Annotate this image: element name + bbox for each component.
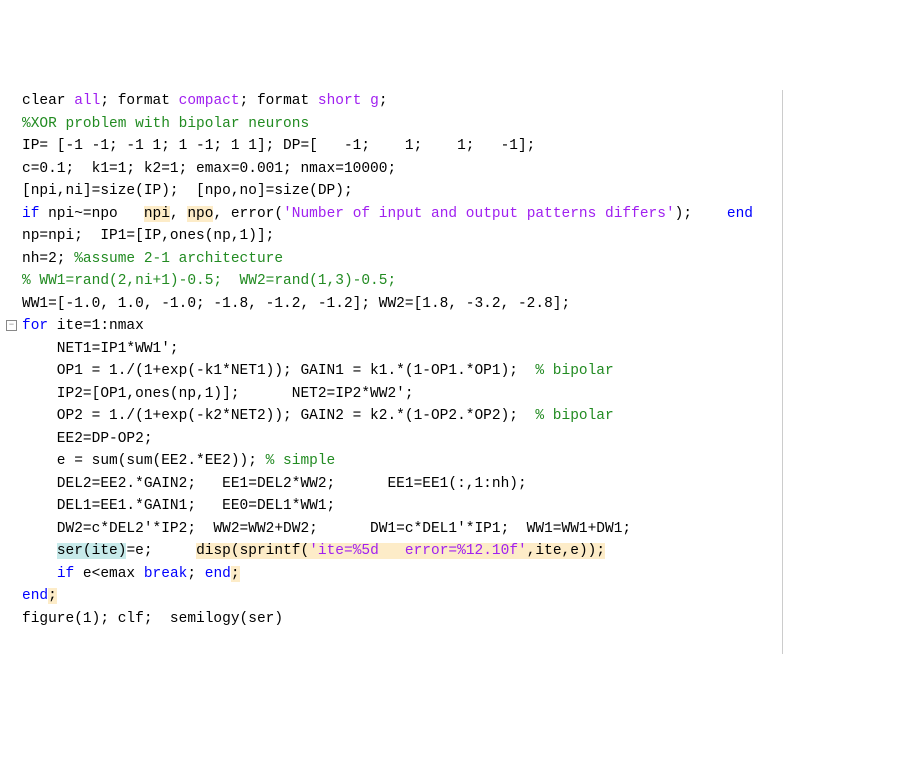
code-line[interactable]: figure(1); clf; semilogy(ser) — [22, 608, 782, 631]
code-token: c=0.1; k1=1; k2=1; emax=0.001; nmax=1000… — [22, 161, 396, 177]
code-token: clear — [22, 93, 74, 109]
code-token: % bipolar — [535, 408, 613, 424]
code-token: ; format — [100, 93, 178, 109]
code-token: % WW1=rand(2,ni+1)-0.5; WW2=rand(1,3)-0.… — [22, 273, 396, 289]
code-token: %XOR problem with bipolar neurons — [22, 116, 309, 132]
code-token: npo — [187, 206, 213, 222]
code-token: ); — [675, 206, 727, 222]
code-token: IP2=[OP1,ones(np,1)]; NET2=IP2*WW2'; — [22, 386, 414, 402]
code-token: [npi,ni]=size(IP); [npo,no]=size(DP); — [22, 183, 353, 199]
code-token — [361, 93, 370, 109]
code-line[interactable]: −for ite=1:nmax — [22, 315, 782, 338]
code-line[interactable]: if e<emax break; end; — [22, 563, 782, 586]
fold-minus-icon[interactable]: − — [6, 320, 17, 331]
code-token: IP= [-1 -1; -1 1; 1 -1; 1 1]; DP=[ -1; 1… — [22, 138, 535, 154]
code-token: OP2 = 1./(1+exp(-k2*NET2)); GAIN2 = k2.*… — [22, 408, 535, 424]
code-line[interactable]: c=0.1; k1=1; k2=1; emax=0.001; nmax=1000… — [22, 158, 782, 181]
code-line[interactable]: WW1=[-1.0, 1.0, -1.0; -1.8, -1.2, -1.2];… — [22, 293, 782, 316]
code-token: %assume 2-1 architecture — [74, 251, 283, 267]
code-token — [22, 543, 57, 559]
code-line[interactable]: [npi,ni]=size(IP); [npo,no]=size(DP); — [22, 180, 782, 203]
code-token: if — [22, 206, 39, 222]
code-token: end — [727, 206, 753, 222]
code-token: ; — [231, 566, 240, 582]
code-token: compact — [179, 93, 240, 109]
code-line[interactable]: IP2=[OP1,ones(np,1)]; NET2=IP2*WW2'; — [22, 383, 782, 406]
code-line[interactable]: %XOR problem with bipolar neurons — [22, 113, 782, 136]
code-token: , — [170, 206, 187, 222]
code-line[interactable]: OP2 = 1./(1+exp(-k2*NET2)); GAIN2 = k2.*… — [22, 405, 782, 428]
code-line[interactable]: IP= [-1 -1; -1 1; 1 -1; 1 1]; DP=[ -1; 1… — [22, 135, 782, 158]
code-token: 'ite=%5d error=%12.10f' — [309, 543, 527, 559]
code-line[interactable]: np=npi; IP1=[IP,ones(np,1)]; — [22, 225, 782, 248]
code-line[interactable]: % WW1=rand(2,ni+1)-0.5; WW2=rand(1,3)-0.… — [22, 270, 782, 293]
code-token: short — [318, 93, 362, 109]
code-token: ; format — [240, 93, 318, 109]
code-token: ; — [187, 566, 204, 582]
code-token: DEL1=EE1.*GAIN1; EE0=DEL1*WW1; — [22, 498, 335, 514]
code-line[interactable]: DEL1=EE1.*GAIN1; EE0=DEL1*WW1; — [22, 495, 782, 518]
code-token: np=npi; IP1=[IP,ones(np,1)]; — [22, 228, 274, 244]
code-token: ; — [48, 588, 57, 604]
code-token: end — [205, 566, 231, 582]
code-token: ,ite,e)); — [527, 543, 605, 559]
code-token: ser(ite) — [57, 543, 127, 559]
code-token: if — [57, 566, 74, 582]
code-token: ; — [379, 93, 388, 109]
code-editor[interactable]: clear all; format compact; format short … — [0, 90, 783, 654]
code-token: for — [22, 318, 48, 334]
code-token: OP1 = 1./(1+exp(-k1*NET1)); GAIN1 = k1.*… — [22, 363, 535, 379]
code-line[interactable]: OP1 = 1./(1+exp(-k1*NET1)); GAIN1 = k1.*… — [22, 360, 782, 383]
code-token: all — [74, 93, 100, 109]
code-line[interactable]: EE2=DP-OP2; — [22, 428, 782, 451]
code-token: e = sum(sum(EE2.*EE2)); — [22, 453, 266, 469]
code-token: npi — [144, 206, 170, 222]
code-token: NET1=IP1*WW1'; — [22, 341, 179, 357]
code-token: e<emax — [74, 566, 144, 582]
code-token: g — [370, 93, 379, 109]
code-token: npi~=npo — [39, 206, 143, 222]
code-token: WW1=[-1.0, 1.0, -1.0; -1.8, -1.2, -1.2];… — [22, 296, 570, 312]
code-line[interactable]: ser(ite)=e; disp(sprintf('ite=%5d error=… — [22, 540, 782, 563]
code-token: 'Number of input and output patterns dif… — [283, 206, 675, 222]
code-token: ite=1:nmax — [48, 318, 144, 334]
code-line[interactable]: if npi~=npo npi, npo, error('Number of i… — [22, 203, 782, 226]
code-token: =e; — [126, 543, 196, 559]
code-line[interactable]: NET1=IP1*WW1'; — [22, 338, 782, 361]
code-token — [22, 566, 57, 582]
code-token: , error( — [213, 206, 283, 222]
code-token: break — [144, 566, 188, 582]
code-line[interactable]: DW2=c*DEL2'*IP2; WW2=WW2+DW2; DW1=c*DEL1… — [22, 518, 782, 541]
code-token: disp(sprintf( — [196, 543, 309, 559]
code-token: end — [22, 588, 48, 604]
code-line[interactable]: end; — [22, 585, 782, 608]
code-token: DW2=c*DEL2'*IP2; WW2=WW2+DW2; DW1=c*DEL1… — [22, 521, 631, 537]
code-token: DEL2=EE2.*GAIN2; EE1=DEL2*WW2; EE1=EE1(:… — [22, 476, 527, 492]
code-token: % simple — [266, 453, 336, 469]
code-line[interactable]: nh=2; %assume 2-1 architecture — [22, 248, 782, 271]
code-token: EE2=DP-OP2; — [22, 431, 153, 447]
code-token: nh=2; — [22, 251, 74, 267]
code-token: % bipolar — [535, 363, 613, 379]
code-token: figure(1); clf; semilogy(ser) — [22, 611, 283, 627]
code-line[interactable]: DEL2=EE2.*GAIN2; EE1=DEL2*WW2; EE1=EE1(:… — [22, 473, 782, 496]
code-line[interactable]: e = sum(sum(EE2.*EE2)); % simple — [22, 450, 782, 473]
code-line[interactable]: clear all; format compact; format short … — [22, 90, 782, 113]
